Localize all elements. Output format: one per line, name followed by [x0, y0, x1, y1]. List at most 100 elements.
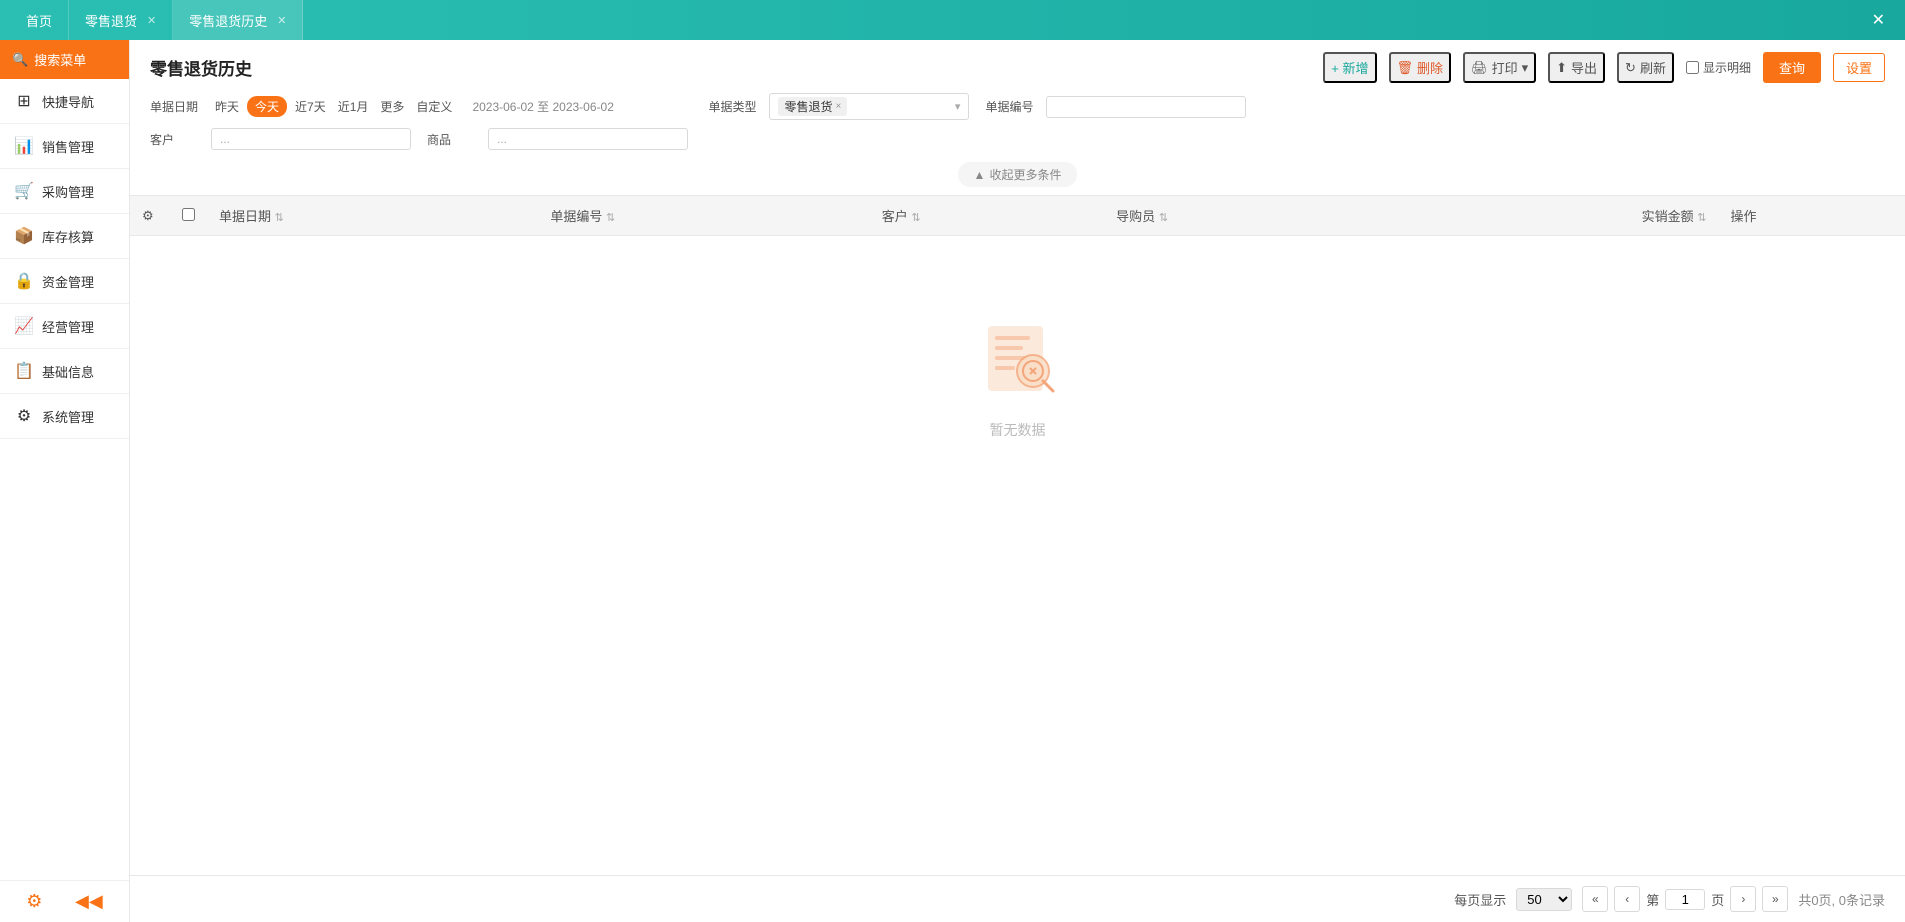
- page-prev-button[interactable]: ‹: [1614, 886, 1640, 912]
- date-today[interactable]: 今天: [247, 96, 287, 117]
- page-nav: « ‹ 第 页 › »: [1582, 886, 1788, 912]
- voucher-type-tag-close[interactable]: ×: [835, 101, 841, 112]
- operations-icon: 📈: [14, 316, 34, 336]
- filter-voucher-type: 单据类型 零售退货 × ▾: [708, 93, 969, 120]
- th-amount[interactable]: 实销金额 ⇅: [1387, 196, 1718, 236]
- page-total: 共0页, 0条记录: [1798, 890, 1885, 909]
- page-first-button[interactable]: «: [1582, 886, 1608, 912]
- per-page-select[interactable]: 10 20 50 100: [1516, 888, 1572, 911]
- main-layout: 🔍 搜索菜单 ⊞ 快捷导航 📊 销售管理 🛒 采购管理 📦 库存核算 🔒 资金管…: [0, 40, 1905, 922]
- filter-goods: 商品 ...: [427, 128, 688, 150]
- sidebar-search-label: 搜索菜单: [34, 50, 86, 69]
- setting-button[interactable]: 设置: [1833, 53, 1885, 82]
- empty-text: 暂无数据: [990, 420, 1046, 440]
- voucher-type-select[interactable]: 零售退货 × ▾: [769, 93, 969, 120]
- th-gear[interactable]: ⚙: [130, 196, 170, 236]
- content-area: 零售退货历史 + 新增 🗑 删除 🖨 打印 ▾ ⬆ 导出: [130, 40, 1905, 922]
- th-customer-label: 客户: [882, 209, 908, 224]
- page-next-button[interactable]: ›: [1730, 886, 1756, 912]
- sidebar-item-system-mgmt-label: 系统管理: [42, 407, 94, 426]
- display-detail-check[interactable]: 显示明细: [1686, 59, 1751, 76]
- sidebar-item-finance-label: 资金管理: [42, 272, 94, 291]
- tab-retail-return[interactable]: 零售退货 ✕: [69, 0, 173, 40]
- customer-select[interactable]: ...: [211, 128, 411, 150]
- tab-retail-return-history[interactable]: 零售退货历史 ✕: [173, 0, 303, 40]
- sidebar-item-finance[interactable]: 🔒 资金管理: [0, 259, 129, 304]
- finance-icon: 🔒: [14, 271, 34, 291]
- query-button[interactable]: 查询: [1763, 52, 1821, 83]
- customer-placeholder: ...: [220, 132, 230, 146]
- refresh-icon: ↻: [1625, 60, 1636, 76]
- filter-row-1: 单据日期 昨天 今天 近7天 近1月 更多 自定义 2023-06-02 至 2…: [150, 93, 1885, 120]
- goods-label: 商品: [427, 131, 482, 148]
- collapse-button[interactable]: ▲ 收起更多条件: [958, 162, 1078, 187]
- sidebar-item-purchase-mgmt-label: 采购管理: [42, 182, 94, 201]
- page-input[interactable]: [1665, 889, 1705, 910]
- th-check[interactable]: [170, 196, 207, 236]
- th-guide[interactable]: 导购员 ⇅: [1104, 196, 1387, 236]
- page-last-button[interactable]: »: [1762, 886, 1788, 912]
- date-yesterday[interactable]: 昨天: [211, 96, 243, 117]
- voucher-number-label: 单据编号: [985, 98, 1040, 115]
- sidebar-item-operations-label: 经营管理: [42, 317, 94, 336]
- page-title: 零售退货历史: [150, 55, 252, 80]
- delete-button[interactable]: 🗑 删除: [1389, 52, 1452, 83]
- window-close-button[interactable]: ✕: [1862, 10, 1895, 30]
- sidebar-item-sales-mgmt-label: 销售管理: [42, 137, 94, 156]
- sidebar-search[interactable]: 🔍 搜索菜单: [0, 40, 129, 79]
- table-header: ⚙ 单据日期 ⇅ 单据编号 ⇅: [130, 196, 1905, 236]
- page-header: 零售退货历史 + 新增 🗑 删除 🖨 打印 ▾ ⬆ 导出: [130, 40, 1905, 196]
- sidebar-item-system-mgmt[interactable]: ⚙ 系统管理: [0, 394, 129, 439]
- settings-bottom-icon[interactable]: ⚙: [26, 891, 42, 912]
- filter-area: 单据日期 昨天 今天 近7天 近1月 更多 自定义 2023-06-02 至 2…: [150, 93, 1885, 187]
- print-button[interactable]: 🖨 打印 ▾: [1463, 52, 1536, 83]
- th-customer-sort-icon: ⇅: [911, 212, 920, 224]
- page-title-row: 零售退货历史 + 新增 🗑 删除 🖨 打印 ▾ ⬆ 导出: [150, 52, 1885, 83]
- tab-retail-return-close[interactable]: ✕: [147, 14, 156, 27]
- th-date-label: 单据日期: [219, 209, 271, 224]
- export-button[interactable]: ⬆ 导出: [1548, 52, 1605, 83]
- sidebar-item-basic-info[interactable]: 📋 基础信息: [0, 349, 129, 394]
- per-page-label: 每页显示: [1454, 890, 1506, 909]
- gear-icon[interactable]: ⚙: [142, 208, 154, 223]
- date-more[interactable]: 更多: [376, 96, 408, 117]
- sidebar-item-quick-nav[interactable]: ⊞ 快捷导航: [0, 79, 129, 124]
- collapse-arrow-icon: ▲: [974, 168, 986, 182]
- goods-select[interactable]: ...: [488, 128, 688, 150]
- quick-nav-icon: ⊞: [14, 91, 34, 111]
- date-options: 昨天 今天 近7天 近1月 更多 自定义: [211, 96, 456, 117]
- th-customer[interactable]: 客户 ⇅: [870, 196, 1104, 236]
- data-table: ⚙ 单据日期 ⇅ 单据编号 ⇅: [130, 196, 1905, 236]
- sidebar-item-basic-info-label: 基础信息: [42, 362, 94, 381]
- print-arrow-icon: ▾: [1522, 60, 1529, 76]
- th-number[interactable]: 单据编号 ⇅: [538, 196, 869, 236]
- pagination-bar: 每页显示 10 20 50 100 « ‹ 第 页 › » 共0页, 0条记录: [130, 875, 1905, 922]
- tab-retail-return-history-close[interactable]: ✕: [277, 14, 286, 27]
- display-detail-checkbox[interactable]: [1686, 61, 1699, 74]
- tab-retail-return-history-label: 零售退货历史: [189, 11, 267, 30]
- filter-row-2: 客户 ... 商品 ...: [150, 128, 1885, 150]
- sidebar-item-purchase-mgmt[interactable]: 🛒 采购管理: [0, 169, 129, 214]
- add-button[interactable]: + 新增: [1323, 52, 1376, 83]
- tab-retail-return-label: 零售退货: [85, 11, 137, 30]
- sidebar: 🔍 搜索菜单 ⊞ 快捷导航 📊 销售管理 🛒 采购管理 📦 库存核算 🔒 资金管…: [0, 40, 130, 922]
- date-7days[interactable]: 近7天: [291, 96, 330, 117]
- date-1month[interactable]: 近1月: [334, 96, 373, 117]
- customer-label: 客户: [150, 131, 205, 148]
- sidebar-item-inventory-label: 库存核算: [42, 227, 94, 246]
- th-action: 操作: [1718, 196, 1905, 236]
- sidebar-item-operations[interactable]: 📈 经营管理: [0, 304, 129, 349]
- select-all-checkbox[interactable]: [182, 208, 195, 221]
- th-amount-sort-icon: ⇅: [1697, 212, 1706, 224]
- tab-home[interactable]: 首页: [10, 0, 69, 40]
- voucher-number-input[interactable]: [1046, 96, 1246, 118]
- th-action-label: 操作: [1730, 209, 1756, 224]
- sidebar-item-sales-mgmt[interactable]: 📊 销售管理: [0, 124, 129, 169]
- refresh-button[interactable]: ↻ 刷新: [1617, 52, 1674, 83]
- speaker-bottom-icon[interactable]: ◀◀: [75, 891, 103, 912]
- goods-placeholder: ...: [497, 132, 507, 146]
- sidebar-item-inventory[interactable]: 📦 库存核算: [0, 214, 129, 259]
- th-date-sort-icon: ⇅: [275, 212, 284, 224]
- date-custom[interactable]: 自定义: [412, 96, 456, 117]
- th-date[interactable]: 单据日期 ⇅: [207, 196, 538, 236]
